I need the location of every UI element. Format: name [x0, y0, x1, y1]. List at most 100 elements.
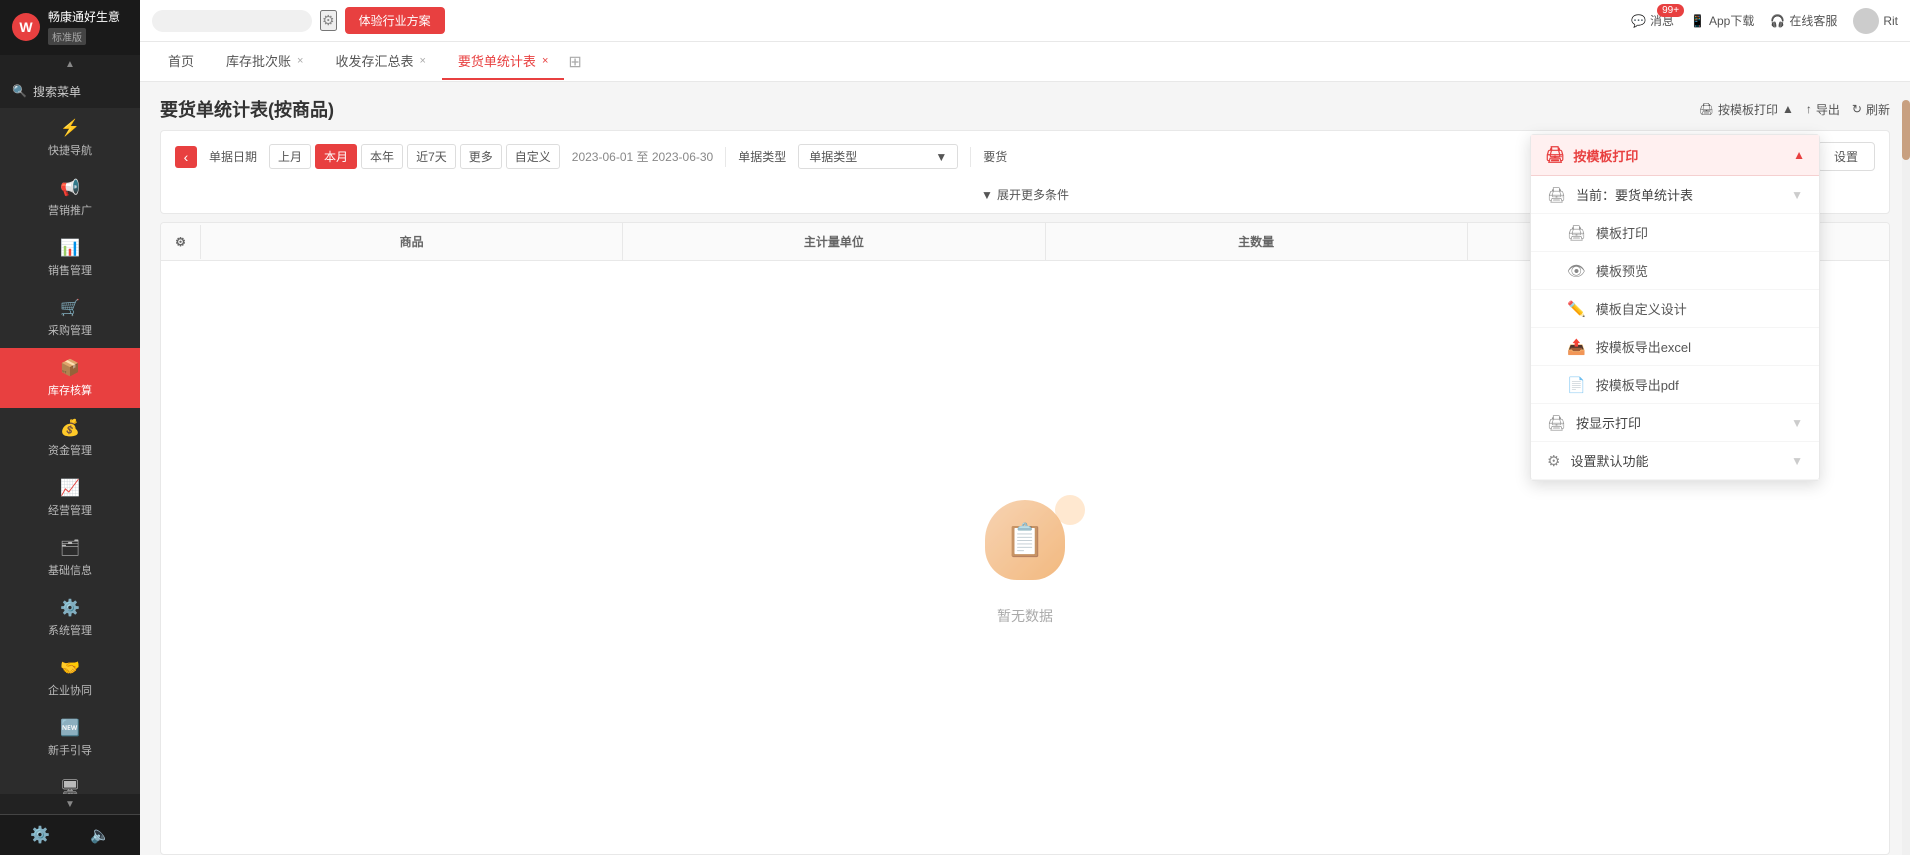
sidebar-item-guide[interactable]: 🆕 新手引导: [0, 708, 140, 768]
sales-icon: 📊: [60, 238, 80, 258]
operations-label: 经营管理: [48, 502, 92, 518]
guide-label: 新手引导: [48, 742, 92, 758]
enterprise-icon: 🤝: [60, 658, 80, 678]
export-button[interactable]: ↑ 导出: [1806, 101, 1840, 118]
sidebar-item-basic-info[interactable]: 🗂 基础信息: [0, 528, 140, 588]
user-avatar-button[interactable]: Rit: [1853, 8, 1898, 34]
template-design-label: 模板自定义设计: [1596, 299, 1687, 318]
quick-nav-label: 快捷导航: [48, 142, 92, 158]
current-template-arrow: ▼: [1791, 188, 1803, 202]
refresh-label: 刷新: [1866, 101, 1890, 118]
sidebar-item-quick-nav[interactable]: ⚡ 快捷导航: [0, 108, 140, 168]
type-select[interactable]: 单据类型 ▼: [798, 144, 958, 169]
print-chevron-up-icon: ▲: [1782, 102, 1794, 116]
tab-home[interactable]: 首页: [152, 43, 210, 80]
online-service-icon: 🎧: [1770, 14, 1785, 28]
date-btn-prev-month[interactable]: 上月: [269, 144, 311, 169]
app-download-icon: 📱: [1690, 14, 1705, 28]
dropdown-chevron-icon: ▲: [1793, 148, 1805, 162]
settings-footer-icon[interactable]: ⚙️: [30, 825, 50, 845]
type-select-chevron-icon: ▼: [935, 150, 947, 164]
sidebar-item-sales[interactable]: 📊 销售管理: [0, 228, 140, 288]
empty-text: 暂无数据: [997, 606, 1053, 626]
dropdown-template-preview[interactable]: 👁 模板预览: [1531, 252, 1819, 290]
dropdown-display-print-left: 🖨 按显示打印: [1547, 413, 1641, 432]
topbar-search-input[interactable]: [152, 10, 312, 32]
date-btn-this-month[interactable]: 本月: [315, 144, 357, 169]
tab-inout-summary-close[interactable]: ×: [419, 55, 425, 67]
refresh-button[interactable]: ↻ 刷新: [1852, 101, 1890, 118]
sidebar-item-inventory[interactable]: 📦 库存核算: [0, 348, 140, 408]
sidebar-item-operations[interactable]: 📈 经营管理: [0, 468, 140, 528]
tab-order-stat[interactable]: 要货单统计表 ×: [442, 43, 564, 80]
tab-inventory-batch[interactable]: 库存批次账 ×: [210, 43, 319, 80]
sidebar-footer: ⚙️ 🔈: [0, 814, 140, 855]
date-btn-custom[interactable]: 自定义: [506, 144, 560, 169]
dropdown-template-design[interactable]: ✏️ 模板自定义设计: [1531, 290, 1819, 328]
tab-inout-summary[interactable]: 收发存汇总表 ×: [319, 43, 441, 80]
current-template-icon: 🖨: [1547, 186, 1566, 204]
default-func-label: 设置默认功能: [1570, 451, 1648, 470]
date-btn-7days[interactable]: 近7天: [407, 144, 456, 169]
sidebar-item-marketing[interactable]: 📢 营销推广: [0, 168, 140, 228]
sidebar-search[interactable]: 🔍 搜索菜单: [0, 75, 140, 108]
print-template-button[interactable]: 🖨 按模板打印 ▲: [1699, 101, 1794, 118]
display-print-label: 按显示打印: [1576, 413, 1641, 432]
sidebar-item-system[interactable]: ⚙️ 系统管理: [0, 588, 140, 648]
volume-footer-icon[interactable]: 🔈: [90, 825, 110, 845]
dropdown-export-excel[interactable]: 📤 按模板导出excel: [1531, 328, 1819, 366]
apps-icon: 🖥: [60, 778, 80, 794]
filter-divider-2: [970, 147, 971, 167]
scrollbar-thumb[interactable]: [1902, 100, 1910, 160]
tab-order-stat-label: 要货单统计表: [458, 51, 536, 70]
app-download-button[interactable]: 📱 App下载: [1690, 12, 1754, 29]
sidebar-logo[interactable]: W 畅康通好生意 标准版: [0, 0, 140, 55]
dropdown-current-template[interactable]: 🖨 当前：要货单统计表 ▼: [1531, 176, 1819, 214]
topbar: ⚙ 体验行业方案 💬 消息 99+ 📱 App下载 🎧 在线客服 Rit: [140, 0, 1910, 42]
online-service-button[interactable]: 🎧 在线客服: [1770, 12, 1837, 29]
sidebar-item-enterprise[interactable]: 🤝 企业协同: [0, 648, 140, 708]
messages-icon: 💬: [1631, 14, 1646, 28]
tab-expand-icon[interactable]: ⊞: [568, 52, 581, 72]
date-label: 单据日期: [209, 148, 257, 165]
template-design-icon: ✏️: [1567, 300, 1586, 318]
dropdown-default-func-left: ⚙ 设置默认功能: [1547, 451, 1648, 470]
finance-icon: 💰: [60, 418, 80, 438]
sidebar-item-finance[interactable]: 💰 资金管理: [0, 408, 140, 468]
date-btn-more[interactable]: 更多: [460, 144, 502, 169]
messages-button[interactable]: 💬 消息 99+: [1631, 12, 1674, 29]
sidebar-scroll-down[interactable]: ▼: [0, 794, 140, 814]
settings-button[interactable]: 设置: [1817, 142, 1875, 171]
tab-home-label: 首页: [168, 51, 194, 70]
yh-label: 要货: [983, 148, 1007, 165]
avatar: [1853, 8, 1879, 34]
col-checkbox[interactable]: ⚙: [161, 225, 201, 259]
inventory-icon: 📦: [60, 358, 80, 378]
tab-order-stat-close[interactable]: ×: [542, 55, 548, 67]
filter-date-buttons: 上月 本月 本年 近7天 更多 自定义: [269, 144, 560, 169]
export-excel-label: 按模板导出excel: [1596, 337, 1691, 356]
dropdown-close-button[interactable]: ▲: [1793, 148, 1805, 162]
sidebar: W 畅康通好生意 标准版 ▲ 🔍 搜索菜单 ⚡ 快捷导航 📢 营销推广 📊 销售…: [0, 0, 140, 855]
dropdown-export-pdf[interactable]: 📄 按模板导出pdf: [1531, 366, 1819, 404]
dropdown-default-func-section[interactable]: ⚙ 设置默认功能 ▼: [1531, 442, 1819, 480]
topbar-gear-button[interactable]: ⚙: [320, 10, 337, 31]
page-header: 要货单统计表(按商品) 🖨 按模板打印 ▲ ↑ 导出 ↻ 刷新: [140, 82, 1910, 130]
sidebar-scroll-up[interactable]: ▲: [0, 55, 140, 75]
sidebar-item-apps[interactable]: 🖥 应用中心: [0, 768, 140, 794]
template-print-icon: 🖨: [1567, 224, 1586, 242]
filter-divider-1: [725, 147, 726, 167]
expand-more-button[interactable]: ▼ 展开更多条件: [981, 186, 1069, 203]
user-name: Rit: [1883, 14, 1898, 28]
tab-inventory-batch-close[interactable]: ×: [297, 55, 303, 67]
date-btn-this-year[interactable]: 本年: [361, 144, 403, 169]
dropdown-header[interactable]: 🖨 按模板打印 ▲: [1531, 135, 1819, 176]
marketing-label: 营销推广: [48, 202, 92, 218]
dropdown-template-print[interactable]: 🖨 模板打印: [1531, 214, 1819, 252]
trial-button[interactable]: 体验行业方案: [345, 7, 445, 34]
dropdown-title: 按模板打印: [1573, 146, 1638, 165]
filter-expand-left-button[interactable]: ‹: [175, 146, 197, 168]
dropdown-display-print-section[interactable]: 🖨 按显示打印 ▼: [1531, 404, 1819, 442]
sidebar-item-purchase[interactable]: 🛒 采购管理: [0, 288, 140, 348]
expand-more-icon: ▼: [981, 188, 993, 202]
